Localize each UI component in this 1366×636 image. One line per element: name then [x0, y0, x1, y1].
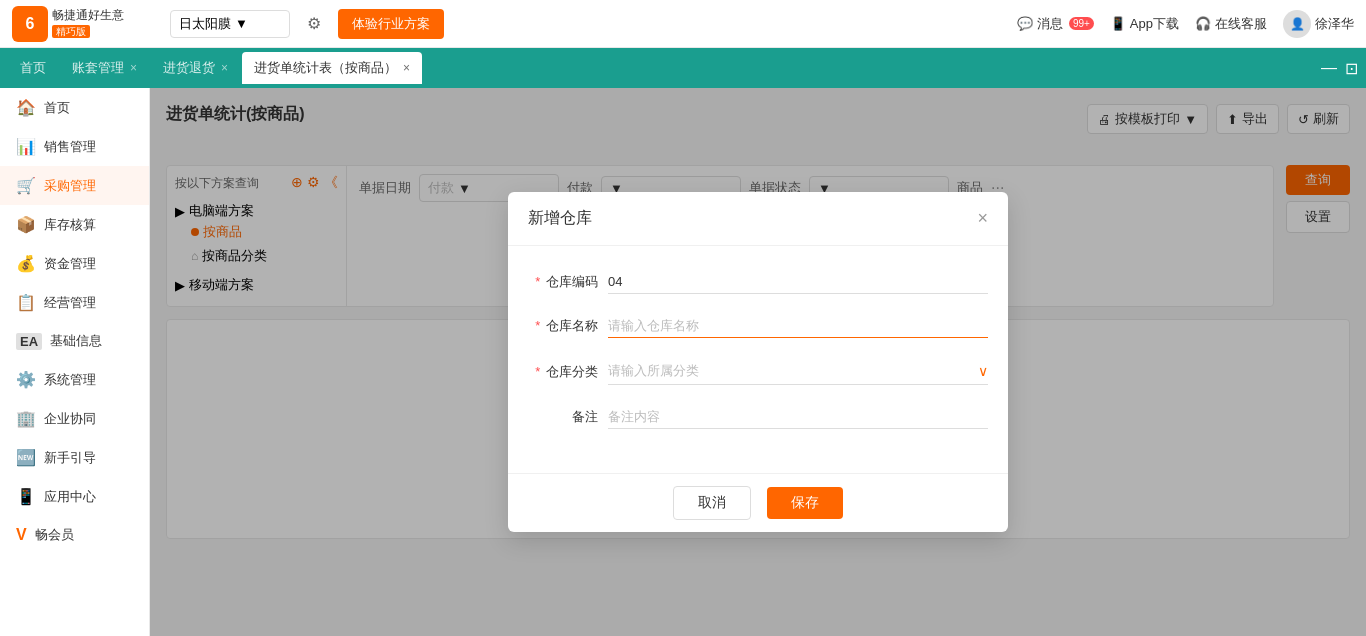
sidebar-item-finance[interactable]: 💰 资金管理: [0, 244, 149, 283]
form-row-remark: 备注: [528, 405, 988, 429]
tab-close-stats[interactable]: ×: [403, 61, 410, 75]
sidebar-item-operations[interactable]: 📋 经营管理: [0, 283, 149, 322]
sidebar-item-basic-info[interactable]: EA 基础信息: [0, 322, 149, 360]
remark-label: 备注: [528, 408, 608, 426]
app-download-item[interactable]: 📱 App下载: [1110, 15, 1179, 33]
sidebar-item-newbie[interactable]: 🆕 新手引导: [0, 438, 149, 477]
sales-icon: 📊: [16, 137, 36, 156]
new-warehouse-dialog: 新增仓库 × * 仓库编码 *: [508, 192, 1008, 532]
store-selector[interactable]: 日太阳膜 ▼: [170, 10, 290, 38]
logo-icon: 6: [12, 6, 48, 42]
message-icon: 💬: [1017, 16, 1033, 31]
dialog-overlay[interactable]: 新增仓库 × * 仓库编码 *: [150, 88, 1366, 636]
select-arrow-icon: ∨: [978, 363, 988, 379]
finance-icon: 💰: [16, 254, 36, 273]
home-icon: 🏠: [16, 98, 36, 117]
remark-input[interactable]: [608, 405, 988, 429]
name-label: * 仓库名称: [528, 317, 608, 335]
header-right: 💬 消息 99+ 📱 App下载 🎧 在线客服 👤 徐泽华: [1017, 10, 1354, 38]
app-icon: 📱: [1110, 16, 1126, 31]
tab-account[interactable]: 账套管理 ×: [60, 52, 149, 84]
category-select[interactable]: 请输入所属分类 ∨: [608, 358, 988, 385]
avatar: 👤: [1283, 10, 1311, 38]
sidebar-item-appcenter[interactable]: 📱 应用中心: [0, 477, 149, 516]
chevron-down-icon: ▼: [235, 16, 248, 31]
sidebar-item-sales[interactable]: 📊 销售管理: [0, 127, 149, 166]
vip-icon: V: [16, 526, 27, 544]
dialog-footer: 取消 保存: [508, 473, 1008, 532]
tab-close-account[interactable]: ×: [130, 61, 137, 75]
logo-area: 6 畅捷通好生意 精巧版: [12, 6, 162, 42]
tab-purchase-stats[interactable]: 进货单统计表（按商品） ×: [242, 52, 422, 84]
form-row-name: * 仓库名称: [528, 314, 988, 338]
dialog-header: 新增仓库 ×: [508, 192, 1008, 246]
logo-text: 畅捷通好生意 精巧版: [52, 8, 124, 39]
sidebar-item-purchase[interactable]: 🛒 采购管理: [0, 166, 149, 205]
code-label: * 仓库编码: [528, 273, 608, 291]
tab-bar: 首页 账套管理 × 进货退货 × 进货单统计表（按商品） × — ⊡: [0, 48, 1366, 88]
online-service-item[interactable]: 🎧 在线客服: [1195, 15, 1267, 33]
dialog-body: * 仓库编码 * 仓库名称: [508, 246, 1008, 473]
trial-button[interactable]: 体验行业方案: [338, 9, 444, 39]
name-input[interactable]: [608, 314, 988, 338]
inventory-icon: 📦: [16, 215, 36, 234]
sidebar: 🏠 首页 📊 销售管理 🛒 采购管理 📦 库存核算 💰 资金管理 📋 经营管理 …: [0, 88, 150, 636]
headset-icon: 🎧: [1195, 16, 1211, 31]
tab-purchase-return[interactable]: 进货退货 ×: [151, 52, 240, 84]
purchase-icon: 🛒: [16, 176, 36, 195]
tab-actions: — ⊡: [1321, 59, 1358, 78]
gear-button[interactable]: ⚙: [298, 8, 330, 40]
tab-close-return[interactable]: ×: [221, 61, 228, 75]
content-area: 进货单统计(按商品) 🖨 按模板打印 ▼ ⬆ 导出 ↺ 刷新: [150, 88, 1366, 636]
form-row-category: * 仓库分类 请输入所属分类 ∨: [528, 358, 988, 385]
messages-item[interactable]: 💬 消息 99+: [1017, 15, 1094, 33]
dialog-close-button[interactable]: ×: [977, 208, 988, 229]
dialog-title: 新增仓库: [528, 208, 592, 229]
save-button[interactable]: 保存: [767, 487, 843, 519]
basic-info-icon: EA: [16, 333, 42, 350]
system-icon: ⚙️: [16, 370, 36, 389]
message-badge: 99+: [1069, 17, 1094, 30]
tab-maximize-button[interactable]: ⊡: [1345, 59, 1358, 78]
cancel-button[interactable]: 取消: [673, 486, 751, 520]
newbie-icon: 🆕: [16, 448, 36, 467]
category-label: * 仓库分类: [528, 363, 608, 381]
top-header: 6 畅捷通好生意 精巧版 日太阳膜 ▼ ⚙ 体验行业方案 💬 消息 99+ 📱 …: [0, 0, 1366, 48]
sidebar-item-system[interactable]: ⚙️ 系统管理: [0, 360, 149, 399]
enterprise-icon: 🏢: [16, 409, 36, 428]
operations-icon: 📋: [16, 293, 36, 312]
sidebar-item-home[interactable]: 🏠 首页: [0, 88, 149, 127]
sidebar-item-enterprise[interactable]: 🏢 企业协同: [0, 399, 149, 438]
sidebar-item-vip[interactable]: V 畅会员: [0, 516, 149, 554]
tab-home[interactable]: 首页: [8, 52, 58, 84]
sidebar-item-inventory[interactable]: 📦 库存核算: [0, 205, 149, 244]
form-row-code: * 仓库编码: [528, 270, 988, 294]
main-layout: 🏠 首页 📊 销售管理 🛒 采购管理 📦 库存核算 💰 资金管理 📋 经营管理 …: [0, 88, 1366, 636]
appcenter-icon: 📱: [16, 487, 36, 506]
code-input[interactable]: [608, 270, 988, 294]
tab-minimize-button[interactable]: —: [1321, 59, 1337, 78]
user-profile-item[interactable]: 👤 徐泽华: [1283, 10, 1354, 38]
